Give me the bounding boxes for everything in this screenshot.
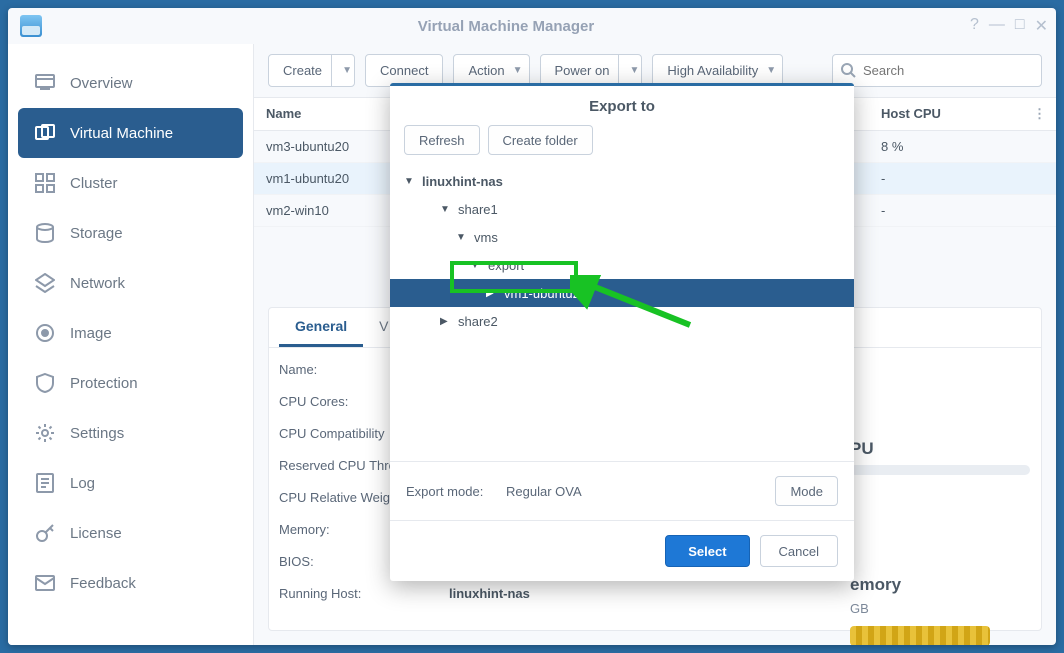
th-host-cpu[interactable]: Host CPU — [869, 98, 1023, 130]
tab-general[interactable]: General — [279, 308, 363, 347]
window-controls: ? — □ ✕ — [970, 16, 1048, 36]
sidebar-item-settings[interactable]: Settings — [8, 408, 253, 458]
cluster-icon — [34, 172, 56, 194]
sidebar-item-log[interactable]: Log — [8, 458, 253, 508]
sidebar-label: License — [70, 525, 122, 542]
close-button[interactable]: ✕ — [1035, 16, 1048, 36]
refresh-button[interactable]: Refresh — [404, 125, 480, 155]
vm-icon — [34, 122, 56, 144]
feedback-icon — [34, 572, 56, 594]
sidebar-item-cluster[interactable]: Cluster — [8, 158, 253, 208]
tree-item-export[interactable]: ▼export — [390, 251, 854, 279]
sidebar-label: Virtual Machine — [70, 125, 173, 142]
right-cards: PU emory GB — [850, 439, 1030, 645]
sidebar-item-license[interactable]: License — [8, 508, 253, 558]
chevron-down-icon: ▼ — [766, 65, 776, 76]
image-icon — [34, 322, 56, 344]
network-icon — [34, 272, 56, 294]
window-title: Virtual Machine Manager — [42, 18, 970, 35]
tree-item-vm1[interactable]: ▶vm1-ubuntu20 — [390, 279, 854, 307]
dialog-title: Export to — [390, 86, 854, 125]
sidebar-label: Feedback — [70, 575, 136, 592]
dialog-toolbar: Refresh Create folder — [390, 125, 854, 165]
prop-host-value: linuxhint-nas — [449, 586, 530, 601]
sidebar-item-network[interactable]: Network — [8, 258, 253, 308]
maximize-button[interactable]: □ — [1015, 16, 1025, 36]
sidebar-item-image[interactable]: Image — [8, 308, 253, 358]
app-icon — [20, 15, 42, 37]
chevron-down-icon: ▼ — [456, 232, 470, 243]
protection-icon — [34, 372, 56, 394]
titlebar: Virtual Machine Manager ? — □ ✕ — [8, 8, 1056, 44]
settings-icon — [34, 422, 56, 444]
chevron-down-icon: ▼ — [629, 65, 639, 76]
prop-host-label: Running Host: — [279, 586, 449, 601]
sidebar-item-storage[interactable]: Storage — [8, 208, 253, 258]
sidebar-label: Overview — [70, 75, 133, 92]
cancel-button[interactable]: Cancel — [760, 535, 838, 567]
memory-sub: GB — [850, 601, 1030, 616]
sidebar-item-feedback[interactable]: Feedback — [8, 558, 253, 608]
create-folder-button[interactable]: Create folder — [488, 125, 593, 155]
cpu-bar — [850, 465, 1030, 475]
select-button[interactable]: Select — [665, 535, 749, 567]
dialog-footer: Select Cancel — [390, 521, 854, 581]
chevron-right-icon: ▶ — [440, 316, 454, 327]
sidebar-label: Network — [70, 275, 125, 292]
sidebar-label: Image — [70, 325, 112, 342]
chevron-down-icon: ▼ — [342, 65, 352, 76]
export-dialog: Export to Refresh Create folder ▼linuxhi… — [390, 83, 854, 581]
create-button[interactable]: Create — [268, 54, 337, 87]
export-mode-label: Export mode: — [406, 484, 506, 499]
sidebar: Overview Virtual Machine Cluster Storage… — [8, 44, 254, 645]
folder-tree: ▼linuxhint-nas ▼share1 ▼vms ▼export ▶vm1… — [390, 165, 854, 461]
chevron-down-icon: ▼ — [470, 260, 484, 271]
sidebar-label: Settings — [70, 425, 124, 442]
export-mode-row: Export mode: Regular OVA Mode — [390, 461, 854, 521]
license-icon — [34, 522, 56, 544]
storage-icon — [34, 222, 56, 244]
overview-icon — [34, 72, 56, 94]
sidebar-label: Protection — [70, 375, 138, 392]
sidebar-label: Cluster — [70, 175, 118, 192]
column-menu-icon[interactable]: ⋮ — [1023, 98, 1056, 130]
sidebar-item-overview[interactable]: Overview — [8, 58, 253, 108]
minimize-button[interactable]: — — [989, 16, 1005, 36]
sidebar-item-virtual-machine[interactable]: Virtual Machine — [18, 108, 243, 158]
sidebar-label: Log — [70, 475, 95, 492]
chevron-right-icon: ▶ — [486, 288, 500, 299]
sidebar-label: Storage — [70, 225, 123, 242]
cpu-title: PU — [850, 439, 1030, 459]
tree-item-share1[interactable]: ▼share1 — [390, 195, 854, 223]
search-input[interactable] — [832, 54, 1042, 87]
sidebar-item-protection[interactable]: Protection — [8, 358, 253, 408]
tree-item-root[interactable]: ▼linuxhint-nas — [390, 167, 854, 195]
mode-button[interactable]: Mode — [775, 476, 838, 506]
tree-item-vms[interactable]: ▼vms — [390, 223, 854, 251]
chevron-down-icon: ▼ — [513, 65, 523, 76]
export-mode-value: Regular OVA — [506, 484, 775, 499]
search-icon — [840, 62, 856, 78]
chevron-down-icon: ▼ — [404, 176, 418, 187]
memory-title: emory — [850, 575, 1030, 595]
chevron-down-icon: ▼ — [440, 204, 454, 215]
memory-strip-icon — [850, 626, 990, 645]
create-dropdown[interactable]: ▼ — [331, 54, 355, 87]
help-button[interactable]: ? — [970, 16, 979, 36]
tree-item-share2[interactable]: ▶share2 — [390, 307, 854, 335]
log-icon — [34, 472, 56, 494]
